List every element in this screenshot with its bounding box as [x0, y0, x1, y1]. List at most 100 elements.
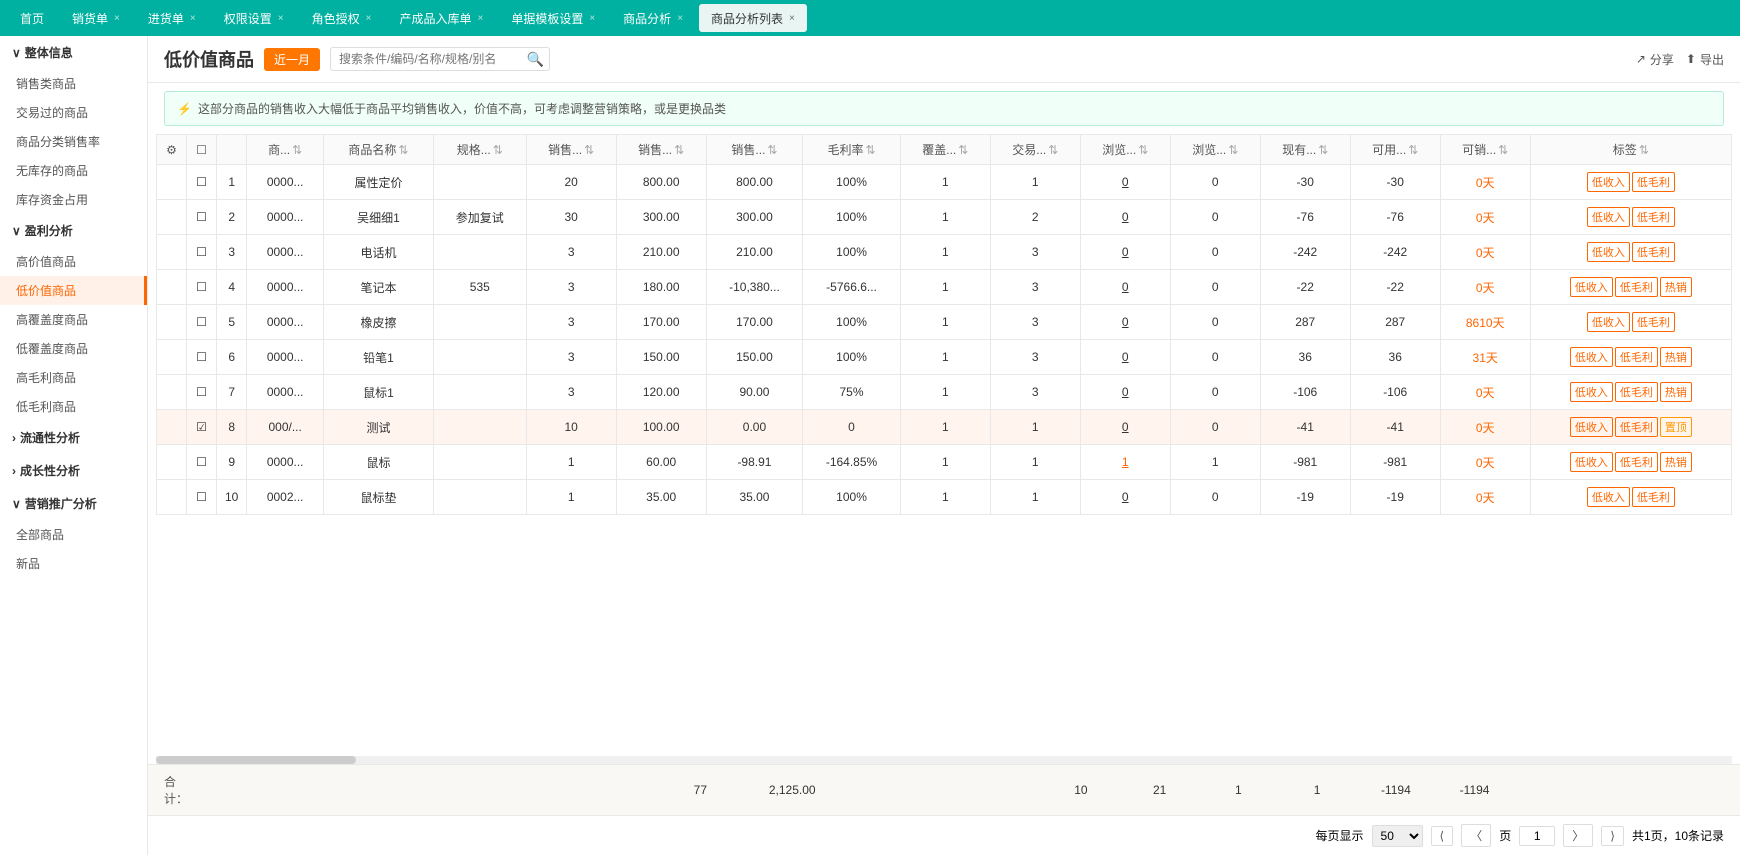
sidebar-item-low-value[interactable]: 低价值商品 [0, 276, 147, 305]
next-page-button[interactable]: 〉 [1563, 824, 1593, 847]
sidebar-item-all-products[interactable]: 全部商品 [0, 520, 147, 549]
sidebar-item-traded-products[interactable]: 交易过的商品 [0, 98, 147, 127]
row-col11[interactable]: 0 [1080, 165, 1170, 200]
row-gear[interactable] [157, 340, 187, 375]
row-col8: 100% [803, 165, 901, 200]
row-checkbox[interactable]: ☐ [187, 270, 217, 305]
sidebar-group-growth[interactable]: › 成长性分析 [0, 454, 147, 487]
sidebar-item-high-margin[interactable]: 高毛利商品 [0, 363, 147, 392]
row-checkbox[interactable]: ☐ [187, 165, 217, 200]
row-col11[interactable]: 0 [1080, 480, 1170, 515]
sidebar-item-new-products[interactable]: 新品 [0, 549, 147, 578]
row-gear[interactable] [157, 445, 187, 480]
nav-product-stock[interactable]: 产成品入库单 × [387, 4, 495, 32]
sidebar-item-high-value[interactable]: 高价值商品 [0, 247, 147, 276]
row-gear[interactable] [157, 165, 187, 200]
row-checkbox[interactable]: ☐ [187, 445, 217, 480]
nav-purchase-order[interactable]: 进货单 × [136, 4, 208, 32]
search-icon[interactable]: 🔍 [527, 51, 544, 68]
sidebar-item-high-coverage[interactable]: 高覆盖度商品 [0, 305, 147, 334]
col-sales2[interactable]: 销售...⇅ [616, 135, 706, 165]
nav-close-icon[interactable]: × [114, 13, 120, 24]
col-sales3[interactable]: 销售...⇅ [706, 135, 803, 165]
row-col11[interactable]: 0 [1080, 375, 1170, 410]
row-gear[interactable] [157, 480, 187, 515]
col-tags[interactable]: 标签⇅ [1530, 135, 1731, 165]
row-checkbox[interactable]: ☐ [187, 375, 217, 410]
row-checkbox[interactable]: ☐ [187, 480, 217, 515]
row-col11[interactable]: 0 [1080, 410, 1170, 445]
col-margin[interactable]: 毛利率⇅ [803, 135, 901, 165]
col-name[interactable]: 商品名称⇅ [323, 135, 433, 165]
row-col8: 100% [803, 340, 901, 375]
sidebar-group-profit[interactable]: ∨ 盈利分析 [0, 214, 147, 247]
col-checkbox[interactable]: ☐ [187, 135, 217, 165]
row-col11[interactable]: 0 [1080, 270, 1170, 305]
col-current[interactable]: 现有...⇅ [1260, 135, 1350, 165]
row-gear[interactable] [157, 200, 187, 235]
scrollbar-thumb[interactable] [156, 756, 356, 764]
page-number-input[interactable] [1519, 826, 1555, 846]
row-checkbox[interactable]: ☑ [187, 410, 217, 445]
sidebar-item-stock-capital[interactable]: 库存资金占用 [0, 185, 147, 214]
sidebar-item-low-margin[interactable]: 低毛利商品 [0, 392, 147, 421]
col-coverage[interactable]: 覆盖...⇅ [900, 135, 990, 165]
nav-product-analysis[interactable]: 商品分析 × [611, 4, 695, 32]
row-gear[interactable] [157, 410, 187, 445]
sidebar-group-overall[interactable]: ∨ 整体信息 [0, 36, 147, 69]
nav-close-icon[interactable]: × [366, 13, 372, 24]
col-spec[interactable]: 规格...⇅ [433, 135, 526, 165]
row-checkbox[interactable]: ☐ [187, 235, 217, 270]
row-col11[interactable]: 0 [1080, 235, 1170, 270]
nav-product-analysis-list[interactable]: 商品分析列表 × [699, 4, 807, 32]
sidebar-group-marketing[interactable]: ∨ 营销推广分析 [0, 487, 147, 520]
nav-role-auth[interactable]: 角色授权 × [300, 4, 384, 32]
per-page-select[interactable]: 50 100 200 [1372, 825, 1423, 847]
nav-close-icon[interactable]: × [278, 13, 284, 24]
row-col15: 8610天 [1440, 305, 1530, 340]
nav-template-settings[interactable]: 单据模板设置 × [499, 4, 607, 32]
row-checkbox[interactable]: ☐ [187, 200, 217, 235]
share-button[interactable]: ↗ 分享 [1636, 51, 1674, 68]
col-trade[interactable]: 交易...⇅ [990, 135, 1080, 165]
filter-button[interactable]: 近一月 [264, 48, 320, 71]
row-checkbox[interactable]: ☐ [187, 340, 217, 375]
sidebar-item-no-stock[interactable]: 无库存的商品 [0, 156, 147, 185]
col-browse1[interactable]: 浏览...⇅ [1080, 135, 1170, 165]
search-input[interactable] [330, 47, 550, 71]
last-page-button[interactable]: ⟩ [1601, 826, 1624, 846]
sidebar-item-sales-products[interactable]: 销售类商品 [0, 69, 147, 98]
row-gear[interactable] [157, 270, 187, 305]
col-sellable[interactable]: 可销...⇅ [1440, 135, 1530, 165]
prev-page-button[interactable]: 〈 [1461, 824, 1491, 847]
row-name: 鼠标1 [323, 375, 433, 410]
horizontal-scrollbar[interactable] [156, 756, 1732, 764]
nav-permissions[interactable]: 权限设置 × [212, 4, 296, 32]
row-col11[interactable]: 0 [1080, 200, 1170, 235]
col-code[interactable]: 商...⇅ [247, 135, 324, 165]
row-gear[interactable] [157, 235, 187, 270]
first-page-button[interactable]: ⟨ [1431, 826, 1454, 846]
chevron-down-icon: ∨ [12, 497, 21, 511]
col-available[interactable]: 可用...⇅ [1350, 135, 1440, 165]
col-browse2[interactable]: 浏览...⇅ [1170, 135, 1260, 165]
row-gear[interactable] [157, 375, 187, 410]
row-col11[interactable]: 0 [1080, 340, 1170, 375]
nav-close-active-icon[interactable]: × [789, 13, 795, 24]
sidebar-item-category-sales-rate[interactable]: 商品分类销售率 [0, 127, 147, 156]
row-checkbox[interactable]: ☐ [187, 305, 217, 340]
sidebar-item-low-coverage[interactable]: 低覆盖度商品 [0, 334, 147, 363]
export-button[interactable]: ⬆ 导出 [1686, 51, 1724, 68]
nav-home[interactable]: 首页 [8, 4, 56, 32]
nav-sales-order[interactable]: 销货单 × [60, 4, 132, 32]
nav-close-icon[interactable]: × [477, 13, 483, 24]
nav-close-icon[interactable]: × [589, 13, 595, 24]
row-gear[interactable] [157, 305, 187, 340]
col-sales1[interactable]: 销售...⇅ [526, 135, 616, 165]
row-col11[interactable]: 0 [1080, 305, 1170, 340]
nav-close-icon[interactable]: × [190, 13, 196, 24]
row-col11[interactable]: 1 [1080, 445, 1170, 480]
nav-close-icon[interactable]: × [677, 13, 683, 24]
sidebar-group-circulation[interactable]: › 流通性分析 [0, 421, 147, 454]
col-gear[interactable]: ⚙ [157, 135, 187, 165]
